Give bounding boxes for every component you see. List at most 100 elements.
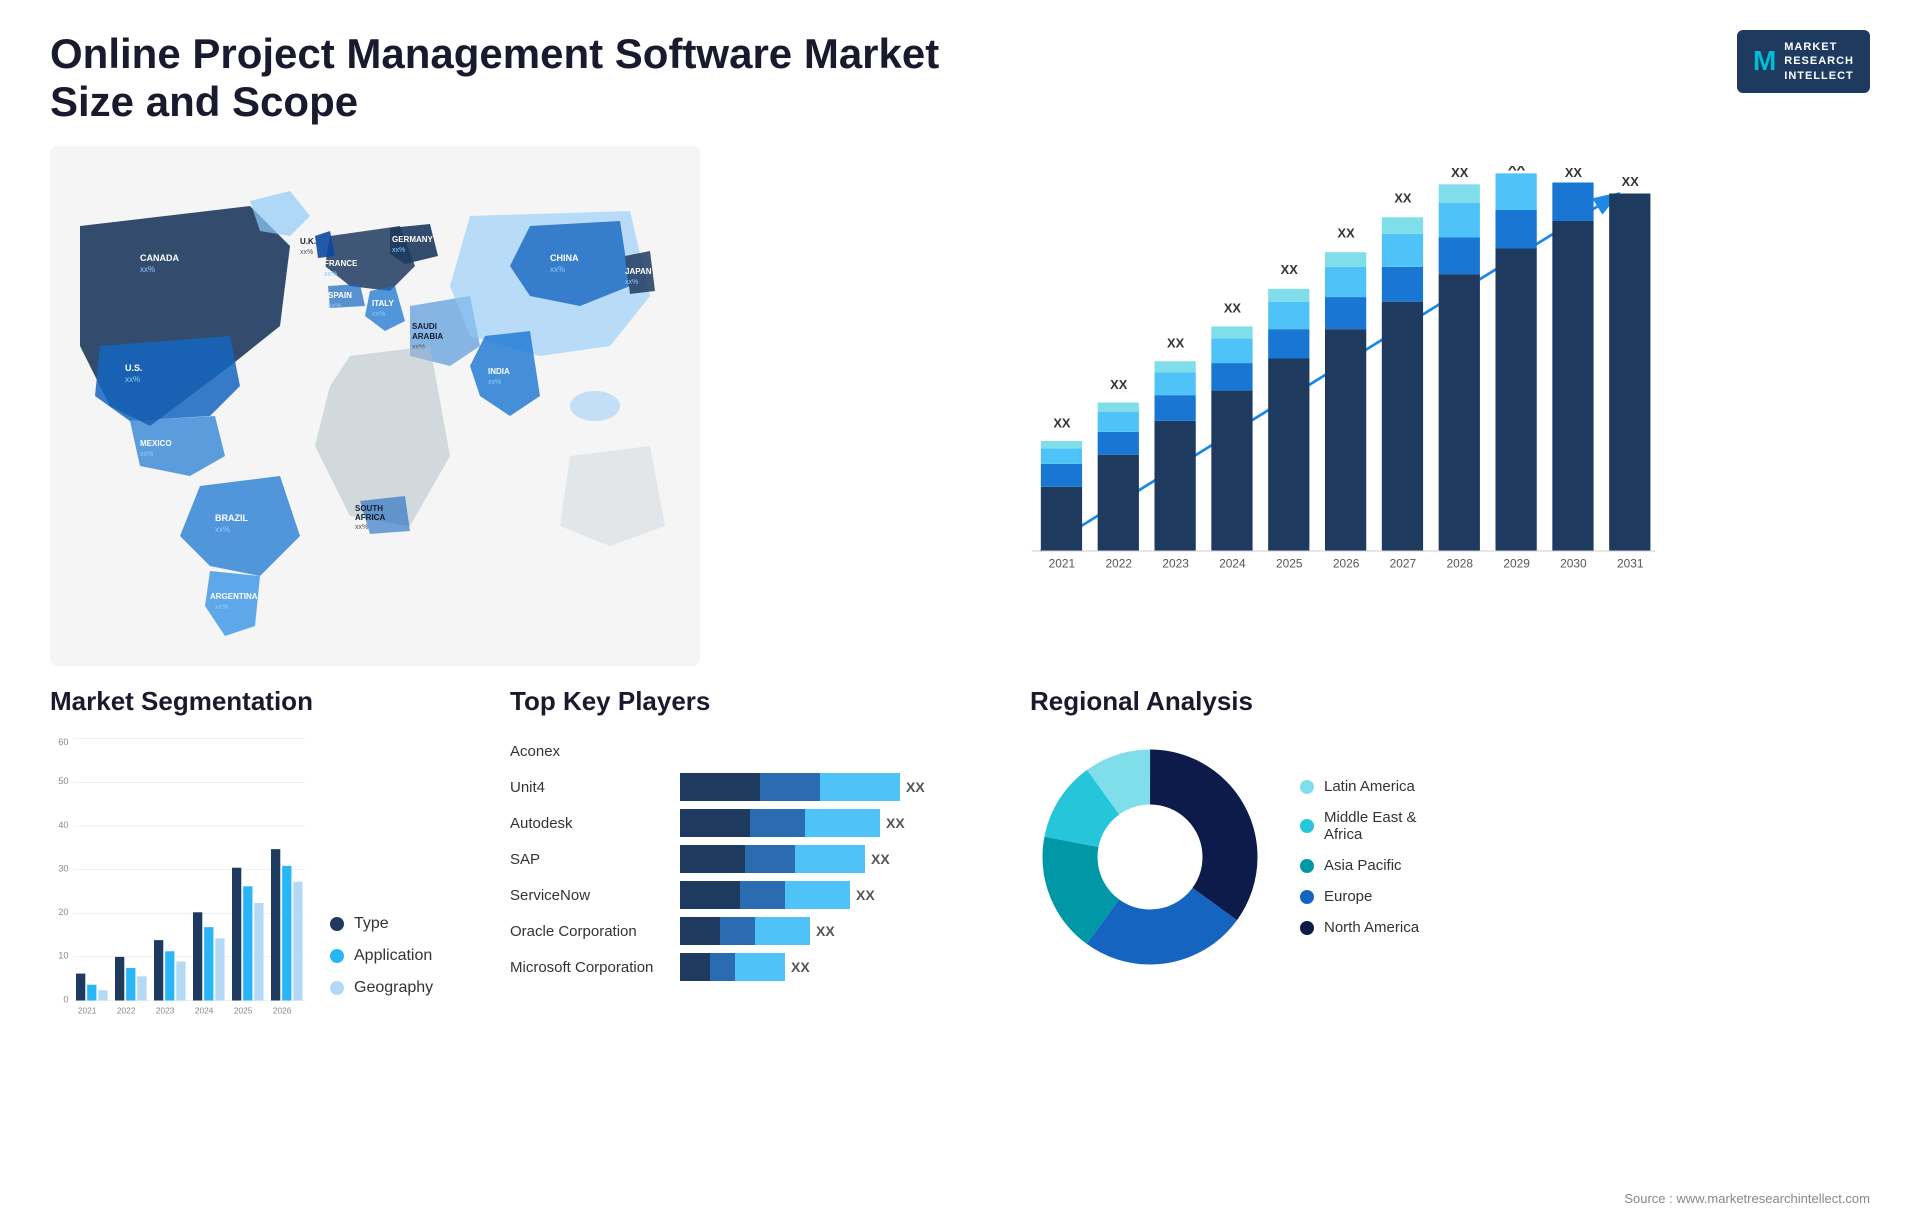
player-row-oracle: Oracle Corporation XX — [510, 917, 990, 945]
bar-unit4 — [680, 773, 900, 801]
svg-text:2029: 2029 — [1503, 557, 1530, 571]
svg-text:FRANCE: FRANCE — [324, 259, 358, 268]
svg-text:SAUDI: SAUDI — [412, 322, 437, 331]
svg-text:XX: XX — [1394, 191, 1412, 206]
player-row-aconex: Aconex — [510, 737, 990, 765]
svg-text:2023: 2023 — [156, 1006, 175, 1016]
player-name-unit4: Unit4 — [510, 779, 670, 796]
svg-text:2022: 2022 — [1106, 557, 1133, 571]
logo-text: MARKET RESEARCH INTELLECT — [1784, 40, 1854, 83]
svg-text:2025: 2025 — [234, 1006, 253, 1016]
bar-dark-unit4 — [680, 773, 760, 801]
svg-text:xx%: xx% — [140, 451, 153, 458]
label-europe: Europe — [1324, 888, 1372, 905]
svg-text:JAPAN: JAPAN — [625, 267, 652, 276]
svg-text:xx%: xx% — [488, 379, 501, 386]
svg-text:SOUTH: SOUTH — [355, 504, 383, 513]
legend-label-type: Type — [354, 915, 389, 933]
svg-text:2031: 2031 — [1617, 557, 1644, 571]
donut-chart — [1030, 737, 1270, 977]
label-middle-east-africa: Middle East &Africa — [1324, 809, 1417, 843]
svg-text:2021: 2021 — [78, 1006, 97, 1016]
svg-text:xx%: xx% — [550, 265, 565, 274]
svg-text:xx%: xx% — [625, 279, 638, 286]
bar-light-autodesk — [805, 809, 880, 837]
legend-middle-east-africa: Middle East &Africa — [1300, 809, 1419, 843]
player-value-unit4: XX — [906, 779, 925, 795]
bar-dark-microsoft — [680, 953, 710, 981]
svg-text:xx%: xx% — [215, 604, 228, 611]
bar-light-sap — [795, 845, 865, 873]
source-label: Source : www.marketresearchintellect.com — [1624, 1191, 1870, 1206]
svg-text:40: 40 — [58, 820, 68, 830]
seg-bars-svg: 0 10 20 30 40 50 60 2021 — [50, 737, 310, 1017]
regional-legend: Latin America Middle East &Africa Asia P… — [1300, 778, 1419, 936]
svg-text:2025: 2025 — [1276, 557, 1303, 571]
bar-dark-autodesk — [680, 809, 750, 837]
bar-light-oracle — [755, 917, 810, 945]
svg-text:xx%: xx% — [324, 271, 337, 278]
segmentation-title: Market Segmentation — [50, 686, 470, 717]
svg-text:CHINA: CHINA — [550, 253, 579, 263]
bar-autodesk — [680, 809, 880, 837]
player-name-aconex: Aconex — [510, 743, 670, 760]
svg-text:xx%: xx% — [140, 265, 155, 274]
world-map-svg: CANADA xx% U.S. xx% MEXICO xx% BRAZIL xx… — [50, 146, 700, 666]
legend-application: Application — [330, 947, 433, 965]
dot-north-america — [1300, 921, 1314, 935]
player-name-microsoft: Microsoft Corporation — [510, 959, 670, 976]
player-bar-servicenow: XX — [680, 881, 875, 909]
svg-text:XX: XX — [1508, 166, 1526, 174]
svg-text:60: 60 — [58, 737, 68, 747]
legend-dot-geography — [330, 981, 344, 995]
dot-latin-america — [1300, 780, 1314, 794]
svg-text:CANADA: CANADA — [140, 253, 179, 263]
players-list: Aconex Unit4 XX Autode — [510, 737, 990, 981]
logo-line2: RESEARCH — [1784, 54, 1854, 68]
segmentation-section: Market Segmentation 0 10 20 30 40 50 60 — [50, 686, 470, 1176]
svg-text:XX: XX — [1565, 166, 1583, 180]
svg-text:INDIA: INDIA — [488, 367, 510, 376]
player-row-microsoft: Microsoft Corporation XX — [510, 953, 990, 981]
svg-text:XX: XX — [1224, 301, 1242, 316]
player-bar-oracle: XX — [680, 917, 835, 945]
logo-box: M MARKET RESEARCH INTELLECT — [1737, 30, 1870, 93]
player-row-servicenow: ServiceNow XX — [510, 881, 990, 909]
svg-text:XX: XX — [1338, 226, 1356, 241]
legend-north-america: North America — [1300, 919, 1419, 936]
bar-microsoft — [680, 953, 785, 981]
svg-text:xx%: xx% — [328, 303, 341, 310]
svg-text:xx%: xx% — [300, 249, 313, 256]
legend-europe: Europe — [1300, 888, 1419, 905]
player-name-sap: SAP — [510, 851, 670, 868]
regional-section: Regional Analysis Latin Am — [1030, 686, 1870, 1176]
player-bar-sap: XX — [680, 845, 890, 873]
top-content-area: CANADA xx% U.S. xx% MEXICO xx% BRAZIL xx… — [0, 146, 1920, 666]
bar-chart-section: XX 2021 XX 2022 XX 2023 XX 2024 — [740, 146, 1870, 666]
svg-text:XX: XX — [1110, 377, 1128, 392]
svg-text:2026: 2026 — [1333, 557, 1360, 571]
svg-text:XX: XX — [1451, 166, 1469, 180]
legend-asia-pacific: Asia Pacific — [1300, 857, 1419, 874]
players-section: Top Key Players Aconex Unit4 XX — [510, 686, 990, 1176]
bar-mid-servicenow — [740, 881, 785, 909]
player-row-sap: SAP XX — [510, 845, 990, 873]
svg-text:xx%: xx% — [355, 524, 368, 531]
player-name-oracle: Oracle Corporation — [510, 923, 670, 940]
logo-area: M MARKET RESEARCH INTELLECT — [1737, 30, 1870, 93]
seg-chart-area: 0 10 20 30 40 50 60 2021 — [50, 737, 470, 1017]
svg-text:30: 30 — [58, 863, 68, 873]
bar-dark-servicenow — [680, 881, 740, 909]
bar-light-microsoft — [735, 953, 785, 981]
bar-servicenow — [680, 881, 850, 909]
svg-text:2028: 2028 — [1447, 557, 1474, 571]
svg-text:xx%: xx% — [215, 525, 230, 534]
bar-mid-microsoft — [710, 953, 735, 981]
svg-text:AFRICA: AFRICA — [355, 513, 385, 522]
svg-text:10: 10 — [58, 951, 68, 961]
logo-letter: M — [1753, 45, 1776, 77]
bar-oracle — [680, 917, 810, 945]
svg-text:2026: 2026 — [273, 1006, 292, 1016]
player-row-unit4: Unit4 XX — [510, 773, 990, 801]
player-bar-unit4: XX — [680, 773, 925, 801]
